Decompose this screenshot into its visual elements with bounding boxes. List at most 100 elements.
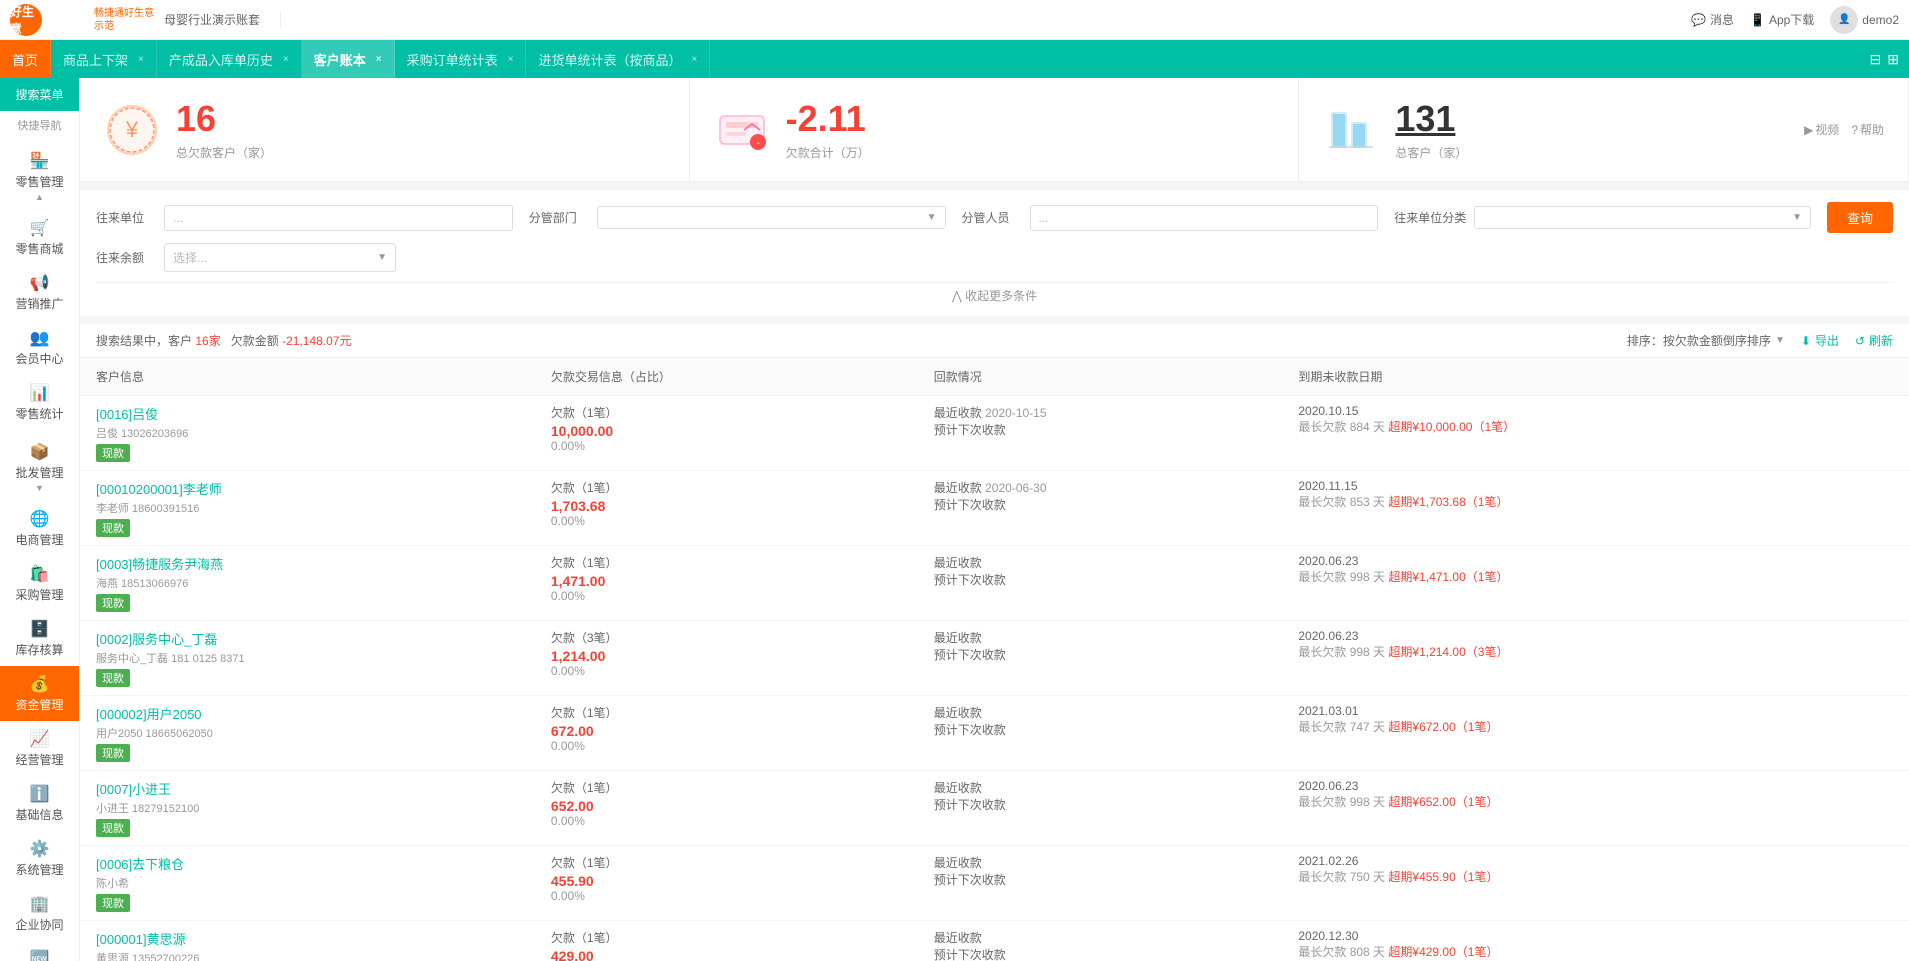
sidebar-item-retail-mgmt[interactable]: 🏪 零售管理 ▲ bbox=[0, 143, 79, 210]
production-history-label: 产成品入库单历史 bbox=[169, 50, 273, 69]
tab-incoming-stats[interactable]: 进货单统计表（按商品） × bbox=[526, 40, 710, 78]
refresh-btn[interactable]: ↺ 刷新 bbox=[1855, 332, 1893, 349]
operations-icon: 📈 bbox=[30, 729, 50, 749]
overdue-amount[interactable]: 超期¥429.00（1笔） bbox=[1388, 945, 1498, 959]
sidebar-search[interactable]: 搜索菜单 bbox=[0, 78, 79, 111]
unit-category-select[interactable]: ▼ bbox=[1474, 206, 1811, 229]
tab-purchase-stats[interactable]: 采购订单统计表 × bbox=[395, 40, 527, 78]
export-btn[interactable]: ⬇ 导出 bbox=[1801, 332, 1839, 349]
customer-name-link[interactable]: [0016]吕俊 bbox=[96, 404, 519, 423]
table-toolbar: 搜索结果中，客户 16家 欠款金额 -21,148.07元 排序：按欠款金额倒序… bbox=[80, 324, 1909, 358]
debt-info-cell: 欠款（1笔） 672.00 0.00% bbox=[535, 696, 918, 771]
customer-tag: 现款 bbox=[96, 744, 130, 762]
overdue-date: 2021.03.01 bbox=[1298, 704, 1893, 718]
sidebar-item-enterprise[interactable]: 🏢 企业协同 bbox=[0, 886, 79, 941]
tab-home[interactable]: 首页 bbox=[0, 40, 51, 78]
sidebar-item-finance[interactable]: 💰 资金管理 bbox=[0, 666, 79, 721]
source-unit-label: 往来单位 bbox=[96, 209, 156, 226]
customer-account-label: 客户账本 bbox=[314, 50, 366, 69]
app-download-btn[interactable]: 📱 App下载 bbox=[1750, 11, 1814, 28]
customer-name-link[interactable]: [0003]畅捷服务尹海燕 bbox=[96, 554, 519, 573]
messages-btn[interactable]: 💬 消息 bbox=[1691, 11, 1734, 28]
sidebar-item-basic-info[interactable]: ℹ️ 基础信息 bbox=[0, 776, 79, 831]
sidebar-item-ecommerce[interactable]: 🌐 电商管理 bbox=[0, 501, 79, 556]
close-icon[interactable]: × bbox=[376, 54, 382, 65]
collapse-btn[interactable]: ⋀ 收起更多条件 bbox=[96, 282, 1893, 308]
debt-amount[interactable]: 652.00 bbox=[551, 798, 902, 814]
last-payment: 最近收款 bbox=[934, 629, 1267, 646]
overdue-amount[interactable]: 超期¥455.90（1笔） bbox=[1388, 870, 1498, 884]
sidebar-item-guide[interactable]: 🆕 新手引导 bbox=[0, 941, 79, 961]
recovery-cell: 最近收款 预计下次收款 bbox=[918, 921, 1283, 961]
sidebar-item-inventory[interactable]: 🗄️ 库存核算 bbox=[0, 611, 79, 666]
overdue-amount[interactable]: 超期¥1,214.00（3笔） bbox=[1388, 645, 1508, 659]
sidebar-item-quick-nav[interactable]: 快捷导航 bbox=[0, 111, 79, 139]
person-input[interactable]: ... bbox=[1030, 205, 1379, 231]
tab-products-off[interactable]: 商品上下架 × bbox=[51, 40, 157, 78]
table-row: [000001]黄思源 黄思源 13552700226 现款 欠款（1笔） 42… bbox=[80, 921, 1909, 961]
result-info: 搜索结果中，客户 16家 欠款金额 -21,148.07元 bbox=[96, 332, 351, 349]
sidebar-item-system[interactable]: ⚙️ 系统管理 bbox=[0, 831, 79, 886]
retail-mgmt-icon: 🏪 bbox=[30, 151, 50, 171]
close-icon[interactable]: × bbox=[508, 54, 514, 65]
customer-name-link[interactable]: [0002]服务中心_丁磊 bbox=[96, 629, 519, 648]
user-menu[interactable]: 👤 demo2 bbox=[1830, 6, 1899, 34]
debt-amount[interactable]: 1,703.68 bbox=[551, 498, 902, 514]
overdue-date-cell: 2021.03.01 最长欠款 747 天 超期¥672.00（1笔） bbox=[1282, 696, 1909, 771]
balance-select[interactable]: 选择... ▼ bbox=[164, 243, 396, 272]
debt-amount[interactable]: 1,214.00 bbox=[551, 648, 902, 664]
debt-amount[interactable]: 10,000.00 bbox=[551, 423, 902, 439]
ecommerce-icon: 🌐 bbox=[30, 509, 50, 529]
sidebar-item-retail-stats[interactable]: 📊 零售统计 bbox=[0, 375, 79, 430]
tab-customer-account[interactable]: 客户账本 × bbox=[302, 40, 395, 78]
purchase-icon: 🛍️ bbox=[30, 564, 50, 584]
sidebar-item-batch-mgmt[interactable]: 📦 批发管理 ▼ bbox=[0, 434, 79, 501]
debt-amount[interactable]: 1,471.00 bbox=[551, 573, 902, 589]
customer-name-link[interactable]: [000001]黄思源 bbox=[96, 929, 519, 948]
overdue-amount[interactable]: 超期¥1,471.00（1笔） bbox=[1388, 570, 1508, 584]
customer-name-link[interactable]: [0006]去下粮仓 bbox=[96, 854, 519, 873]
customer-contact: 小进王 18279152100 bbox=[96, 800, 519, 816]
filter-row-2: 往来余额 选择... ▼ bbox=[96, 243, 1893, 272]
minimize-icon[interactable]: ⊟ bbox=[1870, 51, 1882, 68]
close-icon[interactable]: × bbox=[138, 54, 144, 65]
debt-amount[interactable]: 429.00 bbox=[551, 948, 902, 961]
sidebar-item-retail-mall[interactable]: 🛒 零售商城 bbox=[0, 210, 79, 265]
source-unit-input[interactable]: ... bbox=[164, 205, 513, 231]
guide-icon: 🆕 bbox=[30, 949, 50, 961]
sidebar-item-operations[interactable]: 📈 经营管理 bbox=[0, 721, 79, 776]
last-payment-label: 最近收款 bbox=[934, 481, 982, 495]
overdue-amount[interactable]: 超期¥10,000.00（1笔） bbox=[1388, 420, 1515, 434]
debt-count: 欠款（1笔） bbox=[551, 929, 902, 946]
dept-select[interactable]: ▼ bbox=[597, 206, 946, 229]
video-btn[interactable]: ▶ 视频 bbox=[1804, 121, 1839, 138]
overdue-date: 2020.11.15 bbox=[1298, 479, 1893, 493]
help-btn[interactable]: ? 帮助 bbox=[1851, 121, 1884, 138]
close-icon[interactable]: × bbox=[283, 54, 289, 65]
customer-name-link[interactable]: [0007]小进王 bbox=[96, 779, 519, 798]
debt-amount[interactable]: 455.90 bbox=[551, 873, 902, 889]
close-icon[interactable]: × bbox=[691, 54, 697, 65]
debt-amount[interactable]: 672.00 bbox=[551, 723, 902, 739]
overdue-amount[interactable]: 超期¥1,703.68（1笔） bbox=[1388, 495, 1508, 509]
sidebar-item-marketing[interactable]: 📢 营销推广 bbox=[0, 265, 79, 320]
customer-contact: 黄思源 13552700226 bbox=[96, 950, 519, 961]
overdue-amount[interactable]: 超期¥672.00（1笔） bbox=[1388, 720, 1498, 734]
customer-info-cell: [0003]畅捷服务尹海燕 海燕 18513066976 现款 bbox=[80, 546, 535, 621]
customer-info-cell: [000001]黄思源 黄思源 13552700226 现款 bbox=[80, 921, 535, 961]
logo-area: 好生意 bbox=[10, 4, 90, 36]
overdue-amount[interactable]: 超期¥652.00（1笔） bbox=[1388, 795, 1498, 809]
sidebar-item-member[interactable]: 👥 会员中心 bbox=[0, 320, 79, 375]
search-button[interactable]: 查询 bbox=[1827, 202, 1893, 233]
chevron-down-icon: ▼ bbox=[927, 212, 937, 223]
tab-production-history[interactable]: 产成品入库单历史 × bbox=[157, 40, 302, 78]
sort-select[interactable]: 排序：按欠款金额倒序排序 ▼ bbox=[1627, 332, 1785, 349]
next-payment-label: 预计下次收款 bbox=[934, 648, 1006, 662]
sidebar-item-purchase[interactable]: 🛍️ 采购管理 bbox=[0, 556, 79, 611]
maximize-icon[interactable]: ⊞ bbox=[1887, 51, 1899, 68]
customer-name-link[interactable]: [00010200001]李老师 bbox=[96, 479, 519, 498]
app-name: 畅捷通好生意 示范 bbox=[94, 7, 154, 33]
overdue-days: 最长欠款 884 天 超期¥10,000.00（1笔） bbox=[1298, 418, 1893, 435]
customer-name-link[interactable]: [000002]用户2050 bbox=[96, 704, 519, 723]
data-table: 客户信息 欠款交易信息（占比） 回款情况 到期未收款日期 [0016]吕俊 吕俊… bbox=[80, 358, 1909, 961]
